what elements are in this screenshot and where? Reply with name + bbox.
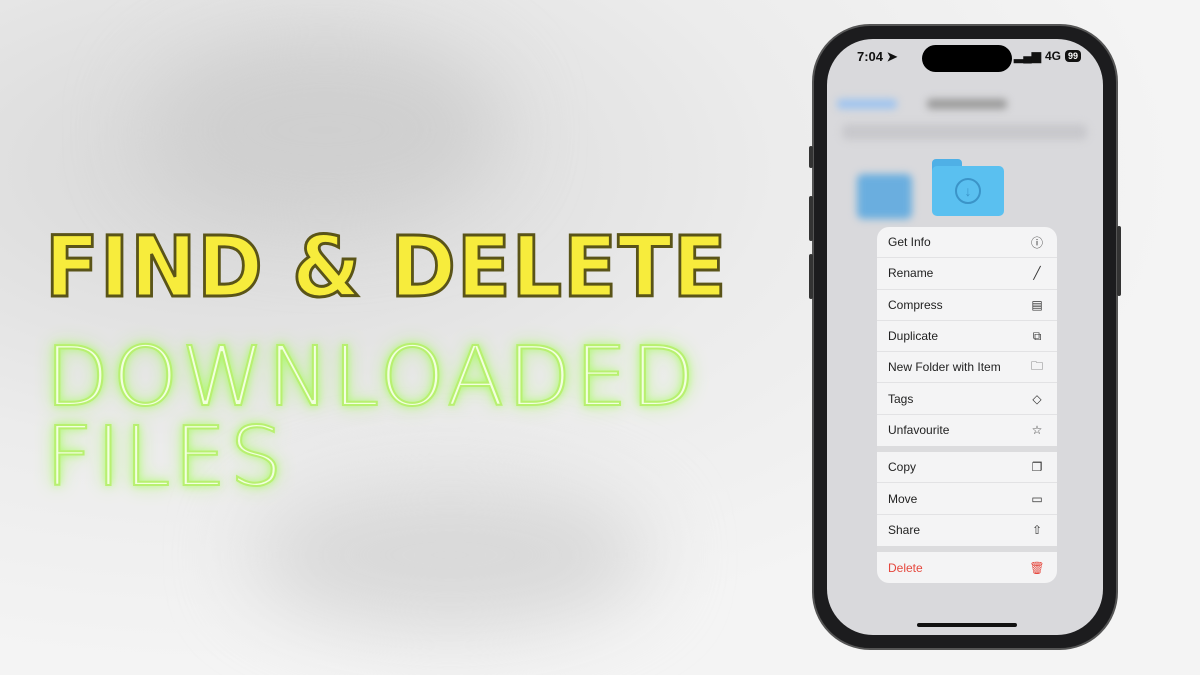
download-arrow-icon: ↓ bbox=[955, 178, 981, 204]
folder-badge-plus-icon: 🗀 bbox=[1030, 358, 1043, 373]
iphone-mockup: 7:04 ➤ ▂▄▆ 4G 99 ↓ Get Info ⓘ Rename ╱ Compr… bbox=[809, 24, 1121, 650]
menu-item-tags[interactable]: Tags ◇ bbox=[877, 383, 1057, 415]
menu-item-label: Rename bbox=[888, 266, 934, 281]
folder-icon: ▭ bbox=[1031, 491, 1043, 506]
menu-item-delete[interactable]: Delete 🗑 bbox=[877, 552, 1057, 583]
battery-icon: 99 bbox=[1064, 50, 1081, 62]
status-time: 7:04 ➤ bbox=[857, 49, 898, 64]
action-button bbox=[809, 146, 813, 168]
phone-screen: 7:04 ➤ ▂▄▆ 4G 99 ↓ Get Info ⓘ Rename ╱ Compr… bbox=[827, 39, 1103, 635]
menu-item-duplicate[interactable]: Duplicate ⧉ bbox=[877, 321, 1057, 353]
menu-item-label: Move bbox=[888, 491, 918, 506]
menu-item-label: Copy bbox=[888, 460, 917, 475]
menu-item-label: Tags bbox=[888, 391, 914, 406]
signal-icon: ▂▄▆ bbox=[1014, 49, 1041, 63]
menu-item-compress[interactable]: Compress ▤ bbox=[877, 290, 1057, 321]
menu-item-label: Unfavourite bbox=[888, 423, 950, 438]
folder-blurred bbox=[857, 174, 912, 219]
menu-item-get-info[interactable]: Get Info ⓘ bbox=[877, 227, 1057, 259]
downloads-folder-icon[interactable]: ↓ bbox=[932, 159, 1004, 216]
pencil-icon: ╱ bbox=[1033, 266, 1041, 281]
network-label: 4G bbox=[1044, 49, 1061, 63]
background-shadow bbox=[250, 480, 650, 630]
back-button-blurred bbox=[837, 99, 897, 109]
trash-icon: 🗑 bbox=[1029, 560, 1045, 575]
dynamic-island bbox=[922, 45, 1012, 72]
menu-item-copy[interactable]: Copy ❐ bbox=[877, 452, 1057, 484]
status-indicators: ▂▄▆ 4G 99 bbox=[1014, 49, 1081, 63]
menu-item-share[interactable]: Share ⇧ bbox=[877, 515, 1057, 546]
info-circle-icon: ⓘ bbox=[1030, 235, 1043, 250]
menu-item-rename[interactable]: Rename ╱ bbox=[877, 258, 1057, 290]
menu-item-unfavourite[interactable]: Unfavourite ☆ bbox=[877, 415, 1057, 446]
nav-title-blurred bbox=[927, 99, 1007, 109]
menu-item-label: Get Info bbox=[888, 235, 931, 250]
context-menu: Get Info ⓘ Rename ╱ Compress ▤ Duplicate ⧉ New F… bbox=[877, 227, 1057, 584]
volume-down-button bbox=[809, 254, 813, 299]
menu-item-label: Delete bbox=[888, 560, 923, 575]
background-shadow bbox=[150, 40, 500, 220]
volume-up-button bbox=[809, 196, 813, 241]
menu-group: Copy ❐ Move ▭ Share ⇧ bbox=[877, 452, 1057, 546]
menu-group: Get Info ⓘ Rename ╱ Compress ▤ Duplicate ⧉ New F… bbox=[877, 227, 1057, 446]
star-slash-icon: ☆ bbox=[1031, 423, 1043, 438]
archive-box-icon: ▤ bbox=[1031, 297, 1043, 312]
location-arrow-icon: ➤ bbox=[886, 49, 898, 64]
search-bar-blurred bbox=[842, 124, 1087, 140]
menu-item-label: New Folder with Item bbox=[888, 360, 1001, 375]
menu-item-label: Compress bbox=[888, 297, 943, 312]
tag-icon: ◇ bbox=[1032, 391, 1042, 406]
headline-files: FILES bbox=[44, 409, 286, 506]
menu-item-new-folder-with-item[interactable]: New Folder with Item 🗀 bbox=[877, 352, 1057, 384]
copy-doc-icon: ❐ bbox=[1031, 460, 1043, 475]
share-icon: ⇧ bbox=[1031, 523, 1043, 538]
side-button bbox=[1117, 226, 1121, 296]
home-indicator bbox=[917, 623, 1017, 627]
headline-find-delete: FIND & DELETE bbox=[44, 217, 728, 318]
menu-item-move[interactable]: Move ▭ bbox=[877, 483, 1057, 515]
duplicate-plus-icon: ⧉ bbox=[1032, 328, 1042, 343]
menu-item-label: Share bbox=[888, 523, 921, 538]
menu-group: Delete 🗑 bbox=[877, 552, 1057, 583]
menu-item-label: Duplicate bbox=[888, 329, 939, 344]
